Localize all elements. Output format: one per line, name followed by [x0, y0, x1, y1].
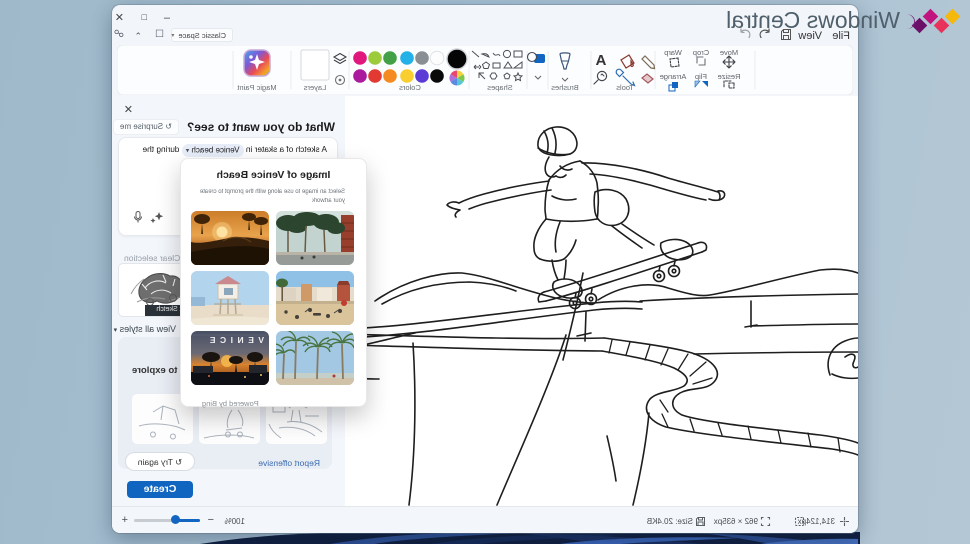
svg-text:Flip: Flip	[695, 72, 707, 81]
svg-text:VENICE: VENICE	[205, 335, 264, 345]
svg-text:Warp: Warp	[664, 48, 682, 57]
svg-text:Shapes: Shapes	[487, 83, 513, 92]
svg-text:Magic Paint: Magic Paint	[236, 83, 276, 92]
svg-text:Brushes: Brushes	[551, 83, 579, 92]
svg-text:Tools: Tools	[616, 83, 634, 92]
svg-text:Layers: Layers	[303, 83, 326, 92]
svg-text:Arrange: Arrange	[660, 72, 687, 81]
svg-text:Crop: Crop	[693, 48, 709, 57]
svg-text:Colors: Colors	[399, 83, 421, 92]
svg-text:Resize: Resize	[718, 72, 741, 81]
svg-text:A: A	[595, 52, 606, 69]
